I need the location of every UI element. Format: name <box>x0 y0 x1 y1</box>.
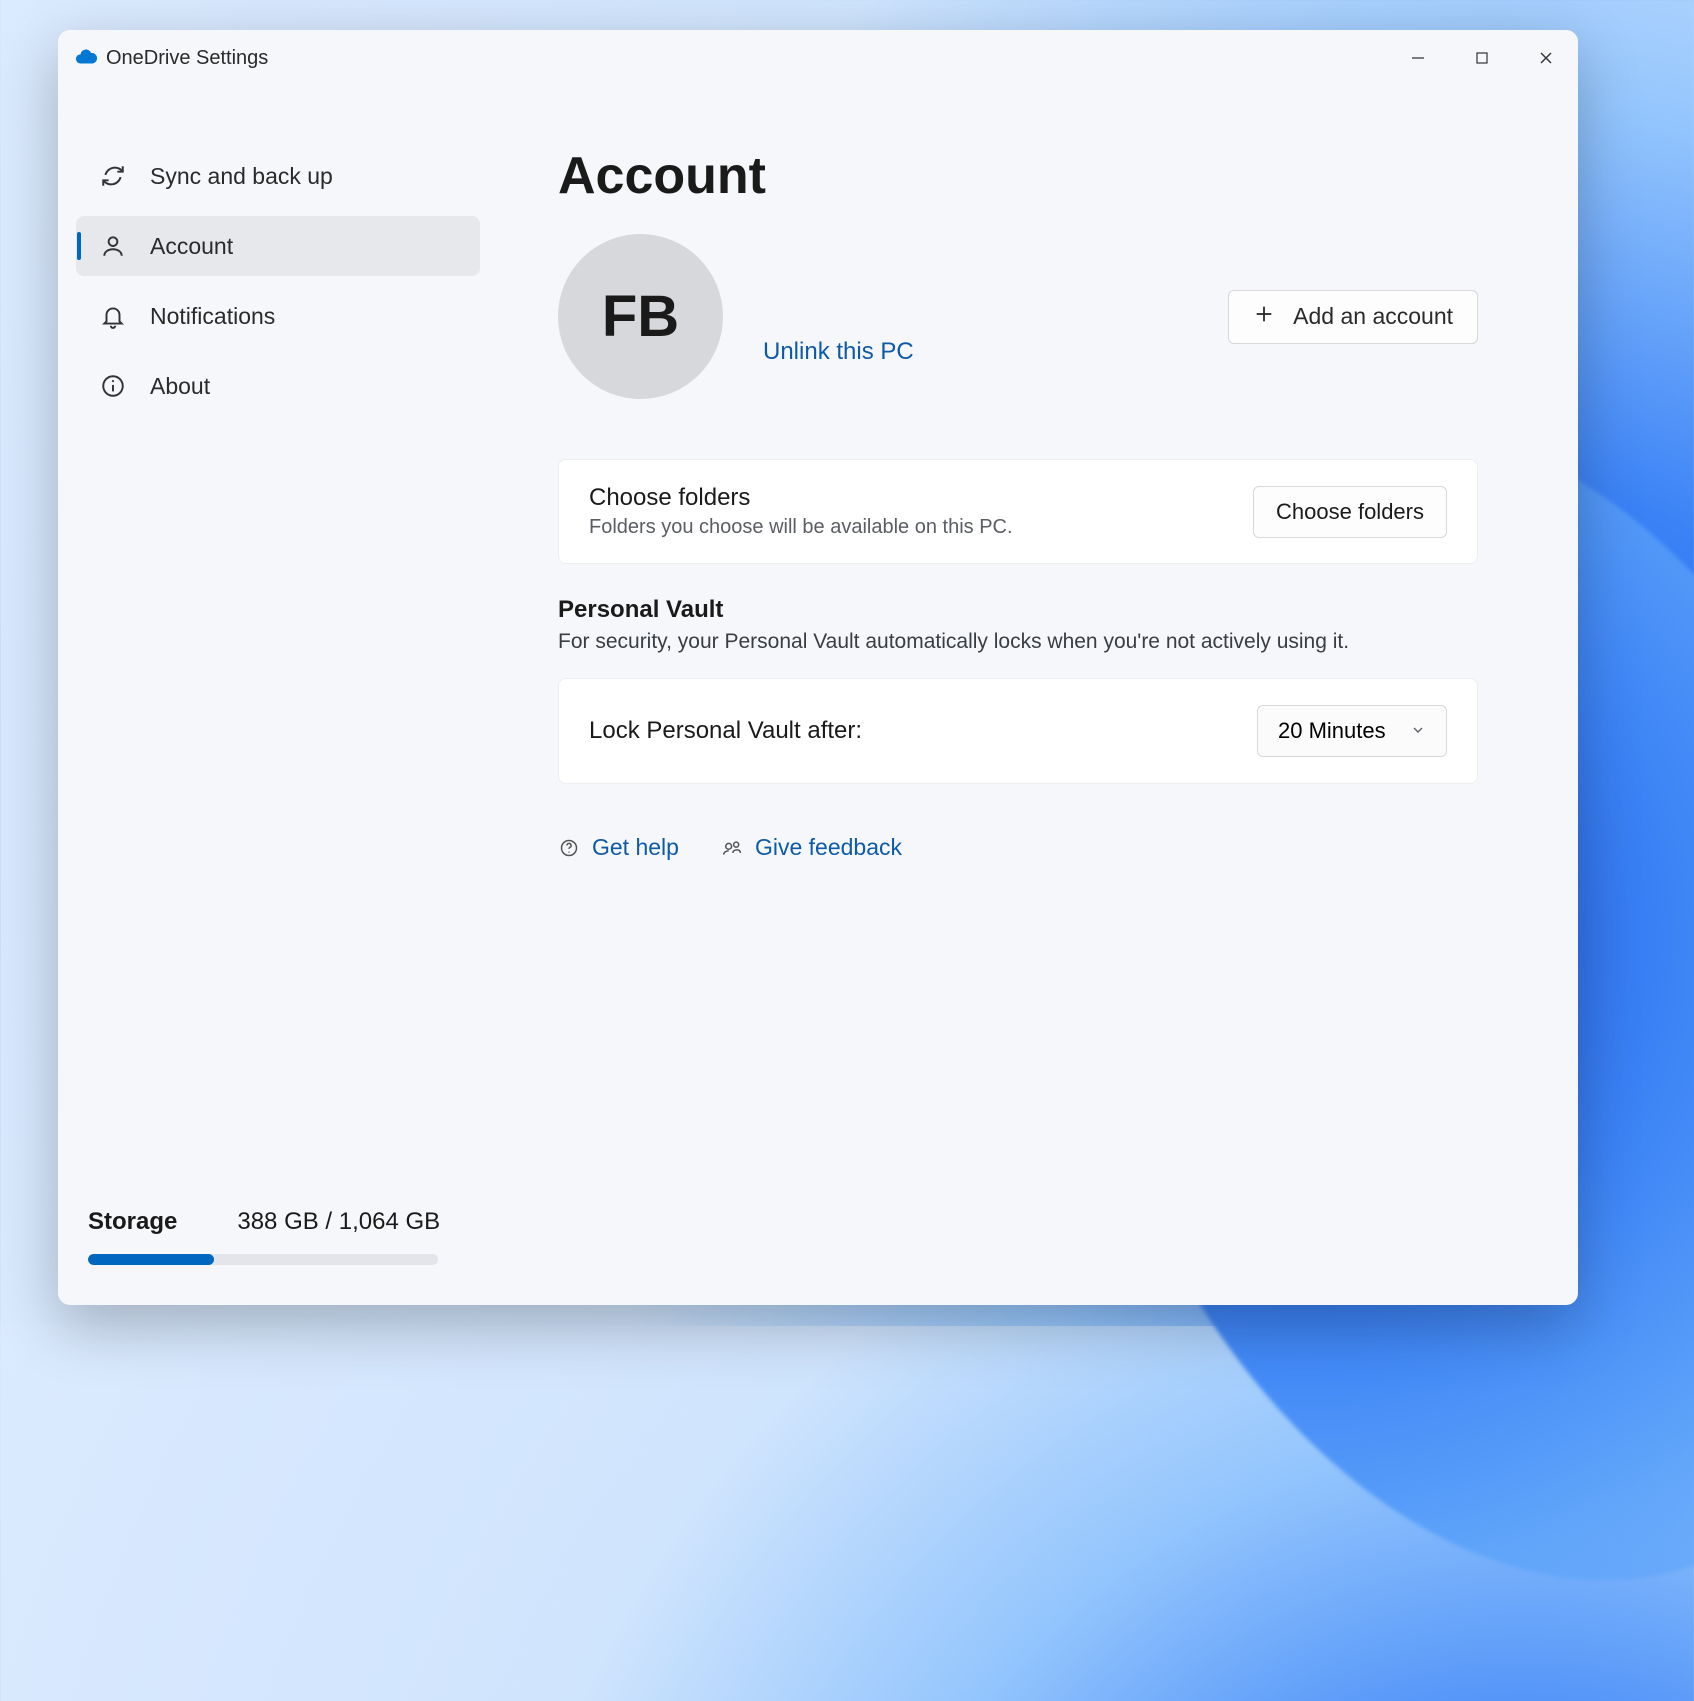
bell-icon <box>100 303 126 329</box>
storage-label: Storage <box>88 1208 177 1236</box>
minimize-button[interactable] <box>1386 34 1450 82</box>
personal-vault-description: For security, your Personal Vault automa… <box>558 630 1478 654</box>
info-icon <box>100 373 126 399</box>
personal-vault-card: Lock Personal Vault after: 20 Minutes <box>558 678 1478 784</box>
sidebar-item-about[interactable]: About <box>76 356 480 416</box>
avatar-initials: FB <box>602 283 679 350</box>
choose-folders-button[interactable]: Choose folders <box>1253 486 1447 538</box>
get-help-link[interactable]: Get help <box>558 834 679 861</box>
choose-folders-title: Choose folders <box>589 484 1253 512</box>
main-content: Account FB Unlink this PC Add an account… <box>498 86 1578 1305</box>
add-account-label: Add an account <box>1293 303 1453 330</box>
sidebar: Sync and back up Account Notifications A… <box>58 86 498 1305</box>
storage-progress-bar <box>88 1254 438 1265</box>
add-account-button[interactable]: Add an account <box>1228 290 1478 344</box>
sidebar-item-label: Account <box>150 233 233 260</box>
maximize-button[interactable] <box>1450 34 1514 82</box>
onedrive-settings-window: OneDrive Settings Sync and back up <box>58 30 1578 1305</box>
storage-amount: 388 GB / 1,064 GB <box>237 1208 440 1236</box>
lock-after-dropdown[interactable]: 20 Minutes <box>1257 705 1447 757</box>
page-title: Account <box>558 146 1478 206</box>
window-controls <box>1386 34 1578 82</box>
choose-folders-card: Choose folders Folders you choose will b… <box>558 459 1478 564</box>
help-icon <box>558 837 580 859</box>
get-help-label: Get help <box>592 834 679 861</box>
window-title: OneDrive Settings <box>106 47 268 70</box>
chevron-down-icon <box>1410 718 1426 744</box>
dropdown-value: 20 Minutes <box>1278 718 1386 744</box>
sidebar-item-notifications[interactable]: Notifications <box>76 286 480 346</box>
give-feedback-link[interactable]: Give feedback <box>721 834 902 861</box>
titlebar: OneDrive Settings <box>58 30 1578 86</box>
account-header-row: FB Unlink this PC Add an account <box>558 234 1478 399</box>
feedback-icon <box>721 837 743 859</box>
avatar: FB <box>558 234 723 399</box>
sidebar-item-label: Sync and back up <box>150 163 333 190</box>
sidebar-item-label: About <box>150 373 210 400</box>
sidebar-item-account[interactable]: Account <box>76 216 480 276</box>
personal-vault-heading: Personal Vault <box>558 596 1478 624</box>
give-feedback-label: Give feedback <box>755 834 902 861</box>
sidebar-item-sync-backup[interactable]: Sync and back up <box>76 146 480 206</box>
close-button[interactable] <box>1514 34 1578 82</box>
person-icon <box>100 233 126 259</box>
storage-indicator: Storage 388 GB / 1,064 GB <box>76 1208 480 1275</box>
sidebar-item-label: Notifications <box>150 303 275 330</box>
plus-icon <box>1253 303 1275 331</box>
choose-folders-subtitle: Folders you choose will be available on … <box>589 516 1253 539</box>
footer-links: Get help Give feedback <box>558 834 1478 861</box>
onedrive-cloud-icon <box>74 46 98 70</box>
lock-after-label: Lock Personal Vault after: <box>589 717 1257 745</box>
storage-progress-fill <box>88 1254 214 1265</box>
sync-icon <box>100 163 126 189</box>
unlink-pc-link[interactable]: Unlink this PC <box>763 338 914 366</box>
